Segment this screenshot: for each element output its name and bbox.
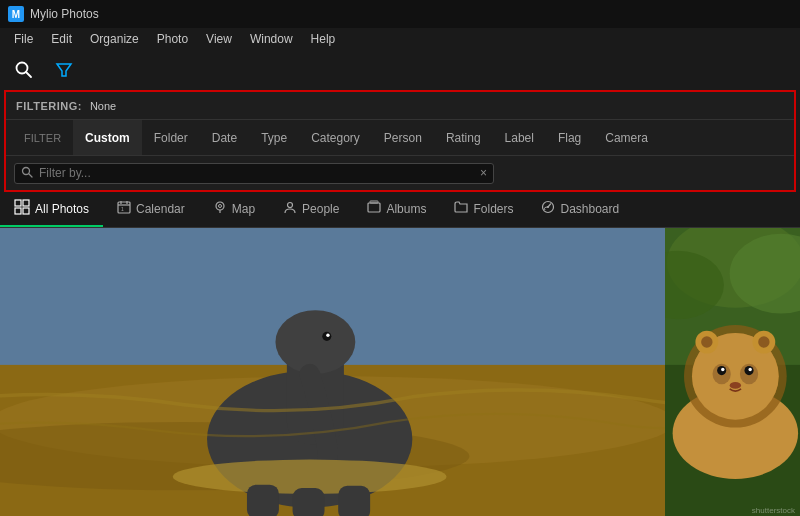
svg-rect-9: [118, 202, 130, 213]
title-bar: M Mylio Photos: [0, 0, 800, 28]
photo-grid: shutterstock: [0, 228, 800, 516]
photo-lion[interactable]: shutterstock: [665, 228, 800, 516]
nav-tab-allphotos-label: All Photos: [35, 202, 89, 216]
svg-rect-6: [23, 200, 29, 206]
svg-point-17: [288, 203, 293, 208]
nav-tab-albums[interactable]: Albums: [353, 192, 440, 227]
svg-point-54: [758, 336, 769, 347]
menu-view[interactable]: View: [198, 30, 240, 48]
filter-icon[interactable]: [50, 56, 78, 84]
tab-rating[interactable]: Rating: [434, 120, 493, 155]
nav-tab-map-label: Map: [232, 202, 255, 216]
svg-rect-34: [338, 486, 370, 516]
menu-edit[interactable]: Edit: [43, 30, 80, 48]
filtering-row: FILTERING: None: [6, 92, 794, 120]
svg-rect-19: [370, 201, 378, 203]
albums-icon: [367, 200, 381, 217]
main-content: shutterstock: [0, 228, 800, 516]
nav-tab-allphotos[interactable]: All Photos: [0, 192, 103, 227]
nav-tab-albums-label: Albums: [386, 202, 426, 216]
svg-point-49: [748, 368, 751, 371]
people-icon: [283, 200, 297, 217]
svg-point-30: [326, 334, 329, 337]
tab-category[interactable]: Category: [299, 120, 372, 155]
nav-tab-people-label: People: [302, 202, 339, 216]
tab-folder[interactable]: Folder: [142, 120, 200, 155]
svg-rect-8: [23, 208, 29, 214]
svg-rect-18: [368, 203, 380, 212]
nav-tabs: All Photos 1 Calendar Map: [0, 192, 800, 228]
toolbar: [0, 50, 800, 90]
photo-elephant[interactable]: [0, 228, 665, 516]
filter-search-input[interactable]: [39, 166, 474, 180]
nav-tab-folders[interactable]: Folders: [440, 192, 527, 227]
svg-text:1: 1: [121, 206, 124, 212]
tab-camera[interactable]: Camera: [593, 120, 660, 155]
menu-file[interactable]: File: [6, 30, 41, 48]
filter-tabs-row: FILTER Custom Folder Date Type Category …: [6, 120, 794, 156]
nav-tab-folders-label: Folders: [473, 202, 513, 216]
tab-type[interactable]: Type: [249, 120, 299, 155]
tab-custom[interactable]: Custom: [73, 120, 142, 155]
menu-photo[interactable]: Photo: [149, 30, 196, 48]
svg-point-50: [730, 382, 741, 389]
filter-panel: FILTERING: None FILTER Custom Folder Dat…: [4, 90, 796, 192]
map-icon: [213, 200, 227, 217]
filtering-value: None: [90, 100, 116, 112]
svg-rect-32: [247, 485, 279, 516]
nav-tab-people[interactable]: People: [269, 192, 353, 227]
calendar-icon: 1: [117, 200, 131, 217]
svg-point-48: [721, 368, 724, 371]
app-icon: M: [8, 6, 24, 22]
svg-line-1: [26, 72, 31, 77]
tab-filter[interactable]: FILTER: [12, 120, 73, 155]
filtering-label: FILTERING:: [16, 100, 82, 112]
tab-date[interactable]: Date: [200, 120, 249, 155]
nav-tab-map[interactable]: Map: [199, 192, 269, 227]
nav-tab-calendar-label: Calendar: [136, 202, 185, 216]
folders-icon: [454, 200, 468, 217]
menu-help[interactable]: Help: [303, 30, 344, 48]
svg-rect-5: [15, 200, 21, 206]
nav-tab-dashboard[interactable]: Dashboard: [527, 192, 633, 227]
nav-tab-dashboard-label: Dashboard: [560, 202, 619, 216]
svg-line-4: [29, 173, 33, 177]
filter-search-row: ×: [6, 156, 794, 190]
svg-point-15: [218, 205, 221, 208]
filter-search-container: ×: [14, 163, 494, 184]
photo-watermark: shutterstock: [752, 506, 795, 515]
tab-person[interactable]: Person: [372, 120, 434, 155]
tab-label[interactable]: Label: [493, 120, 546, 155]
filter-clear-button[interactable]: ×: [480, 166, 487, 180]
svg-point-28: [275, 310, 355, 374]
menu-window[interactable]: Window: [242, 30, 301, 48]
nav-tab-calendar[interactable]: 1 Calendar: [103, 192, 199, 227]
svg-point-53: [701, 336, 712, 347]
svg-point-14: [216, 202, 224, 210]
menu-organize[interactable]: Organize: [82, 30, 147, 48]
filter-search-icon: [21, 166, 33, 181]
search-icon[interactable]: [10, 56, 38, 84]
tab-flag[interactable]: Flag: [546, 120, 593, 155]
svg-rect-33: [293, 488, 325, 516]
app-title: Mylio Photos: [30, 7, 99, 21]
menu-bar: File Edit Organize Photo View Window Hel…: [0, 28, 800, 50]
dashboard-icon: [541, 200, 555, 217]
svg-rect-7: [15, 208, 21, 214]
allphotos-icon: [14, 199, 30, 218]
svg-marker-2: [57, 64, 71, 76]
